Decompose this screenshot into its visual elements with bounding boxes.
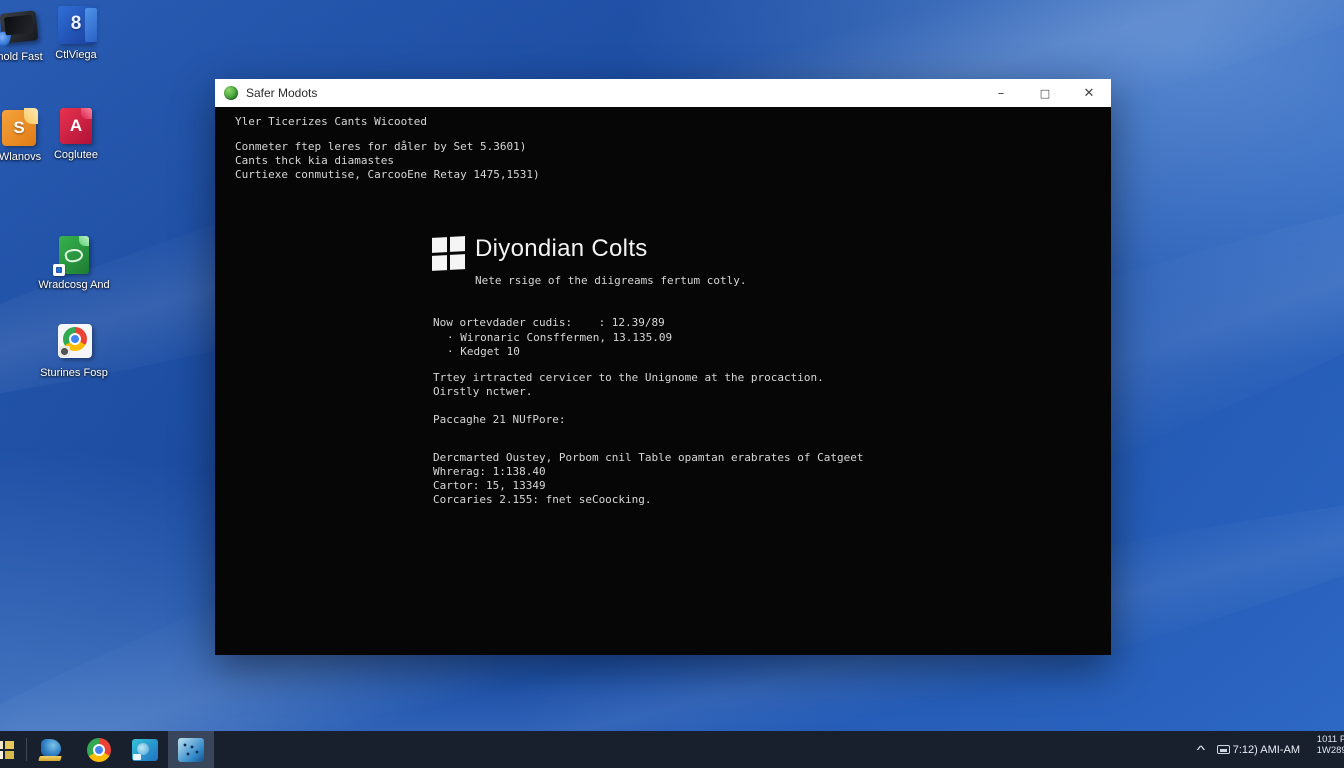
tray-clock[interactable]: 7:12) AMI-AM <box>1233 744 1300 756</box>
desktop-icon-label: Wradcosg And <box>38 279 110 291</box>
console-line: Whrerag: 1:138.40 <box>433 465 546 478</box>
desktop-icon-label: Coglutee <box>53 149 99 161</box>
taskbar-file-explorer[interactable] <box>36 731 66 768</box>
start-grid-icon <box>0 740 14 759</box>
pc-icon <box>0 10 39 48</box>
desktop-icon-coglutee[interactable]: A Coglutee <box>40 106 112 162</box>
console-line: Cartor: 15, 13349 <box>433 479 546 492</box>
shortcut-badge-icon <box>59 346 70 357</box>
chrome-shortcut-icon <box>58 324 92 358</box>
console-line: Dercmarted Oustey, Porbom cnil Table opa… <box>433 451 864 464</box>
taskbar: ^ 7:12) AMI-AM 1011 PF 1W2893 <box>0 731 1344 768</box>
console-line: · Kedget 10 <box>447 345 520 358</box>
close-button[interactable]: ✕ <box>1067 79 1111 107</box>
chrome-icon <box>87 737 111 762</box>
app-icon <box>224 86 238 100</box>
minimize-button[interactable]: – <box>979 79 1023 107</box>
tray-corner-text[interactable]: 1011 PF 1W2893 <box>1296 734 1344 756</box>
console-line: Curtiexe conmutise, CarcooEne Retay 1475… <box>235 168 540 181</box>
orange-folder-icon: S <box>2 108 38 146</box>
window-title: Safer Modots <box>246 86 318 100</box>
photos-icon <box>132 738 158 761</box>
tray-network-icon[interactable] <box>1217 745 1230 754</box>
desktop-icon-label: CtlViega <box>55 49 97 61</box>
taskbar-chrome[interactable] <box>84 731 114 768</box>
tray-corner-line1: 1011 PF <box>1316 734 1344 745</box>
windows-logo-icon <box>432 236 465 271</box>
blue-folder-icon: 8 <box>58 6 97 44</box>
desktop: hold Fast 8 CtlViega S Wlanovs A Coglute… <box>0 0 1344 768</box>
red-app-icon: A <box>60 108 92 144</box>
start-button[interactable] <box>0 731 18 768</box>
console-line: Cants thck kia diamastes <box>235 154 394 167</box>
desktop-icon-wradcosg[interactable]: Wradcosg And <box>38 236 110 292</box>
taskbar-active-app[interactable] <box>168 731 214 768</box>
desktop-icon-label: Sturines Fosp <box>40 367 108 379</box>
console-line: · Wironaric Consffermen, 13.135.09 <box>447 331 673 344</box>
console-line: Now ortevdader cudis: : 12.39/89 <box>433 316 665 329</box>
console-line: Nete rsige of the diigreams fertum cotly… <box>475 274 747 287</box>
shortcut-badge-icon <box>53 264 65 276</box>
console-output: Yler Ticerizes Cants Wicooted Conmeter f… <box>215 107 1111 655</box>
console-window: Safer Modots – □ ✕ Yler Ticerizes Cants … <box>215 79 1111 655</box>
taskbar-divider <box>26 738 27 761</box>
file-explorer-icon <box>38 738 63 761</box>
tray-corner-line2: 1W2893 <box>1316 745 1344 756</box>
console-line: Oirstly nctwer. <box>433 385 533 398</box>
console-brand-title: Diyondian Colts <box>475 235 648 262</box>
window-titlebar[interactable]: Safer Modots – □ ✕ <box>215 79 1111 107</box>
desktop-icon-sturines[interactable]: Sturines Fosp <box>38 324 110 380</box>
console-line: Paccaghe 21 NUfPore: <box>433 413 566 426</box>
desktop-icon-ctlviega[interactable]: 8 CtlViega <box>40 6 112 62</box>
console-line: Trtey irtracted cervicer to the Unignome… <box>433 371 824 384</box>
console-line: Conmeter ftep leres for dåler by Set 5.3… <box>235 140 527 153</box>
window-controls: – □ ✕ <box>979 79 1111 107</box>
console-line: Yler Ticerizes Cants Wicooted <box>235 115 428 128</box>
active-app-icon <box>178 737 204 762</box>
taskbar-photos[interactable] <box>129 731 161 768</box>
maximize-button[interactable]: □ <box>1023 79 1067 107</box>
tray-chevron-icon[interactable]: ^ <box>1197 743 1205 757</box>
console-line: Corcaries 2.155: fnet seCoocking. <box>433 493 652 506</box>
